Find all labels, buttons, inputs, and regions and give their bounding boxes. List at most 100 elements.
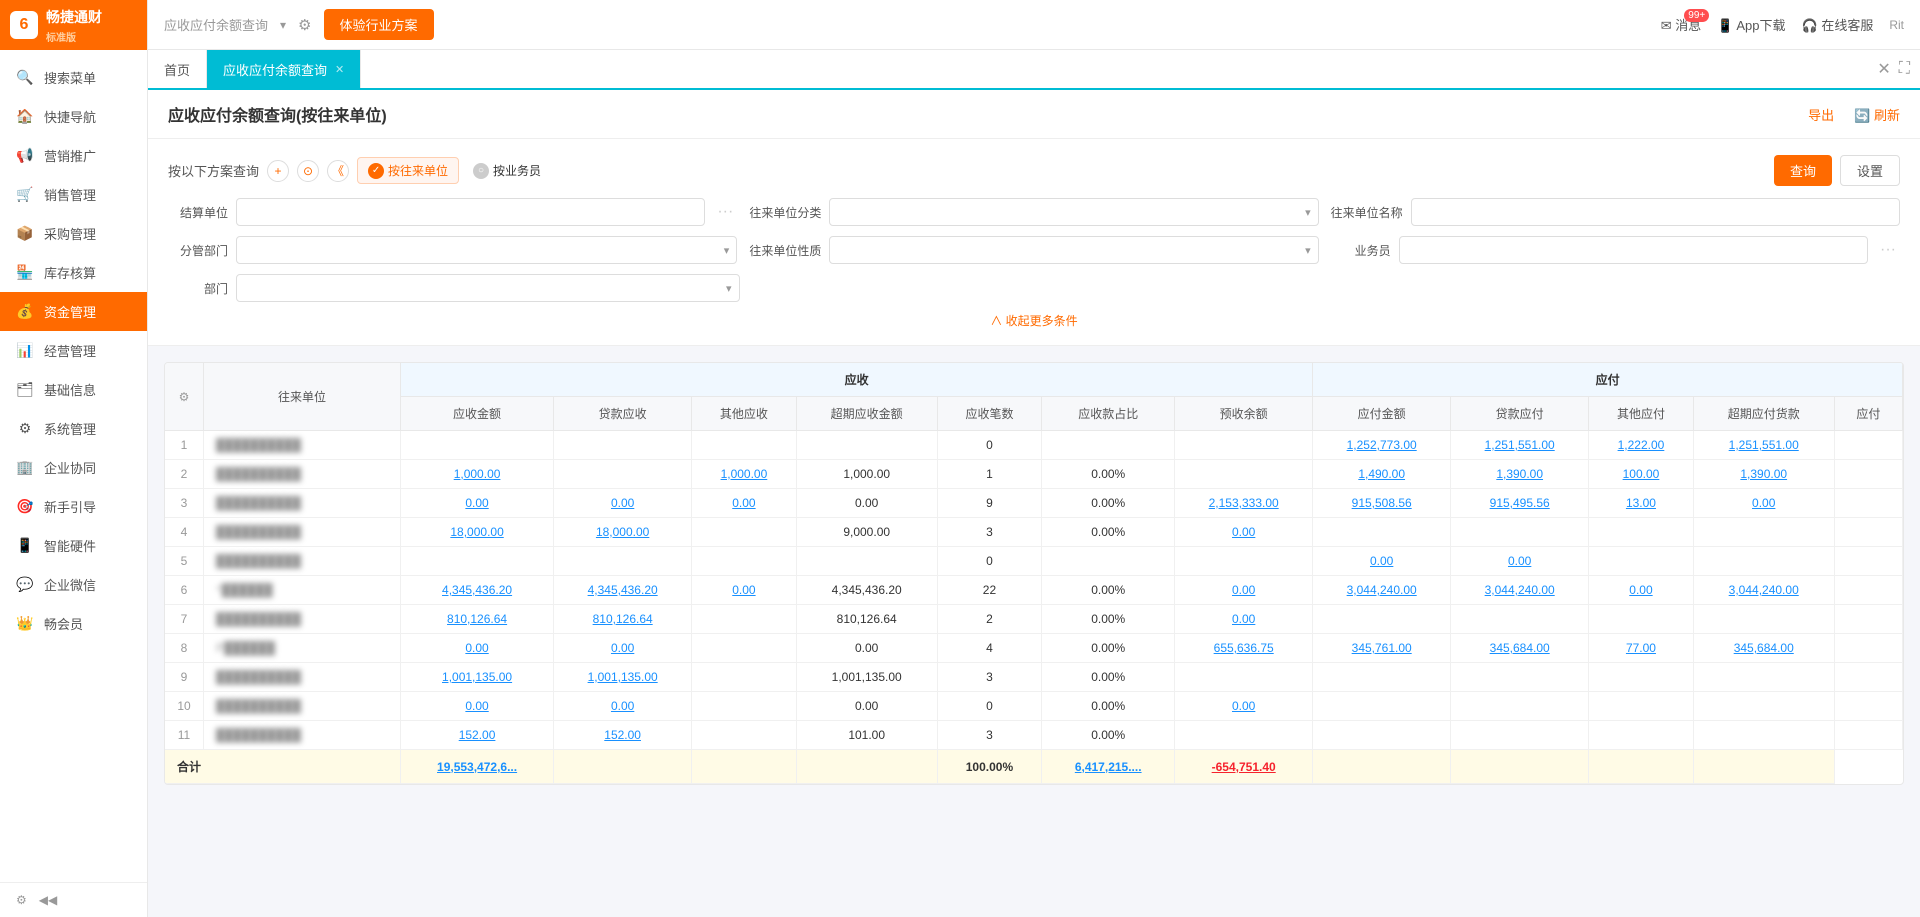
footer-label: 合计	[165, 750, 400, 784]
query-button[interactable]: 查询	[1774, 155, 1832, 186]
tabbar-controls: ✕ ⛶	[1867, 50, 1920, 88]
sidebar-item-wechat[interactable]: 💬 企业微信	[0, 565, 147, 604]
partner-category-select[interactable]	[829, 198, 1318, 226]
partner-name: ██████████	[204, 605, 401, 634]
footer-empty6	[1589, 750, 1694, 784]
partner-name-input[interactable]	[1411, 198, 1900, 226]
refresh-button[interactable]: 🔄 刷新	[1854, 105, 1900, 124]
system-icon: ⚙	[16, 420, 34, 437]
partner-name-label: 往来单位名称	[1331, 204, 1403, 221]
col-ar-overdue: 超期应收金额	[796, 397, 937, 431]
sidebar-item-hardware[interactable]: 📱 智能硬件	[0, 526, 147, 565]
sidebar-item-system[interactable]: ⚙ 系统管理	[0, 409, 147, 448]
hardware-icon: 📱	[16, 537, 34, 554]
sidebar-item-sales[interactable]: 🛒 销售管理	[0, 175, 147, 214]
settings-button[interactable]: 设置	[1840, 155, 1900, 186]
sidebar-nav: 🔍 搜索菜单 🏠 快捷导航 📢 营销推广 🛒 销售管理 📦 采购管理 🏪 库存核…	[0, 50, 147, 882]
sidebar-collapse-icon[interactable]: ◀◀	[39, 893, 57, 907]
col-settings-icon[interactable]: ⚙	[175, 388, 193, 406]
col-ap-overdue: 超期应付货款	[1693, 397, 1834, 431]
dept-manager-dropdown[interactable]	[236, 236, 737, 264]
filter-salesperson: 业务员 ···	[1331, 236, 1900, 264]
messages-badge[interactable]: ✉ 消息 99+	[1661, 15, 1702, 34]
sidebar-item-marketing[interactable]: 📢 营销推广	[0, 136, 147, 175]
tab-home[interactable]: 首页	[148, 50, 207, 88]
footer-ar-total[interactable]: 19,553,472,6...	[400, 750, 553, 784]
sidebar-item-member[interactable]: 👑 畅会员	[0, 604, 147, 643]
salesperson-input[interactable]	[1399, 236, 1868, 264]
content: 应收应付余额查询(按往来单位) 导出 🔄 刷新 按以下方案查询 + ⊙ 《 ✓ …	[148, 90, 1920, 917]
table-row: 11██████████152.00152.00101.0030.00%	[165, 721, 1903, 750]
department-dropdown[interactable]	[236, 274, 740, 302]
partner-name: ^██████	[204, 576, 401, 605]
header-dropdown-arrow[interactable]: ▾	[280, 18, 286, 32]
logo-text: 畅捷通财 标准版	[46, 7, 102, 44]
page-title: 应收应付余额查询(按往来单位)	[168, 102, 387, 126]
app-download-link[interactable]: 📱 App下载	[1717, 15, 1785, 34]
scheme-option-partner[interactable]: ✓ 按往来单位	[357, 157, 459, 184]
sidebar-item-enterprise[interactable]: 🏢 企业协同	[0, 448, 147, 487]
partner-name: ██████████	[204, 518, 401, 547]
col-ar-ratio: 应收款占比	[1042, 397, 1175, 431]
operations-icon: 📊	[16, 342, 34, 359]
col-payable-group: 应付	[1313, 363, 1903, 397]
header-gear-icon[interactable]: ⚙	[298, 16, 311, 34]
guide-icon: 🎯	[16, 498, 34, 515]
sidebar-item-basic[interactable]: 🗂 基础信息	[0, 370, 147, 409]
tab-arbalance[interactable]: 应收应付余额查询 ✕	[207, 50, 361, 88]
filter-partner-nature: 往来单位性质	[749, 236, 1318, 264]
sidebar-item-guide[interactable]: 🎯 新手引导	[0, 487, 147, 526]
tabbar: 首页 应收应付余额查询 ✕ ✕ ⛶	[148, 50, 1920, 90]
trial-plan-button[interactable]: 体验行业方案	[324, 9, 434, 40]
finance-icon: 💰	[16, 303, 34, 320]
settlement-unit-dots[interactable]: ···	[713, 203, 737, 221]
tab-expand-icon[interactable]: ⛶	[1899, 60, 1910, 78]
table-row: 8P██████0.000.000.0040.00%655,636.75345,…	[165, 634, 1903, 663]
partner-name: ██████████	[204, 431, 401, 460]
wechat-icon: 💬	[16, 576, 34, 593]
salesperson-dots[interactable]: ···	[1876, 241, 1900, 259]
sidebar-item-finance[interactable]: 💰 资金管理	[0, 292, 147, 331]
row-index: 10	[165, 692, 204, 721]
partner-name: ██████████	[204, 663, 401, 692]
sidebar-item-search[interactable]: 🔍 搜索菜单	[0, 58, 147, 97]
scheme-label: 按以下方案查询	[168, 161, 259, 180]
partner-nature-select[interactable]	[829, 236, 1318, 264]
col-partner: 往来单位	[204, 363, 401, 431]
scheme-option-salesperson[interactable]: ○ 按业务员	[463, 157, 551, 184]
header: 应收应付余额查询 ▾ ⚙ 体验行业方案 ✉ 消息 99+ 📱 App下载 🎧 在…	[148, 0, 1920, 50]
sidebar-item-quicknav[interactable]: 🏠 快捷导航	[0, 97, 147, 136]
settings-scheme-btn[interactable]: ⊙	[297, 160, 319, 182]
table-row: 1██████████01,252,773.001,251,551.001,22…	[165, 431, 1903, 460]
row-index: 3	[165, 489, 204, 518]
header-breadcrumb: 应收应付余额查询	[164, 15, 268, 34]
table-row: 5██████████00.000.00	[165, 547, 1903, 576]
online-service-link[interactable]: 🎧 在线客服	[1802, 15, 1874, 34]
sidebar-item-inventory[interactable]: 🏪 库存核算	[0, 253, 147, 292]
export-button[interactable]: 导出	[1808, 105, 1834, 124]
filter-collapse-btn[interactable]: ∧ 收起更多条件	[168, 312, 1900, 329]
sidebar-item-operations[interactable]: 📊 经营管理	[0, 331, 147, 370]
tab-close-icon[interactable]: ✕	[335, 63, 344, 76]
partner-name: ██████████	[204, 547, 401, 576]
badge-count: 99+	[1684, 9, 1709, 22]
row-index: 6	[165, 576, 204, 605]
partner-category-dropdown[interactable]	[829, 198, 1318, 226]
table-row: 7██████████810,126.64810,126.64810,126.6…	[165, 605, 1903, 634]
more-scheme-btn[interactable]: 《	[327, 160, 349, 182]
partner-nature-dropdown[interactable]	[829, 236, 1318, 264]
footer-prepaid-total[interactable]: 6,417,215....	[1042, 750, 1175, 784]
department-select[interactable]	[236, 274, 740, 302]
footer-ap-total[interactable]: -654,751.40	[1175, 750, 1313, 784]
data-table: ⚙ 往来单位 应收 应付 应收金额 贷款应收 其他应收 超期应收金额 应收笔数 …	[165, 363, 1903, 784]
purchase-icon: 📦	[16, 225, 34, 242]
sidebar-settings-icon[interactable]: ⚙	[16, 893, 27, 907]
user-avatar[interactable]: Rit	[1889, 18, 1904, 32]
tab-close-all-icon[interactable]: ✕	[1877, 59, 1890, 79]
table-row: 6^██████4,345,436.204,345,436.200.004,34…	[165, 576, 1903, 605]
dept-manager-select[interactable]	[236, 236, 737, 264]
settlement-unit-input[interactable]	[236, 198, 705, 226]
sidebar-item-purchase[interactable]: 📦 采购管理	[0, 214, 147, 253]
col-settings[interactable]: ⚙	[165, 363, 204, 431]
add-scheme-btn[interactable]: +	[267, 160, 289, 182]
